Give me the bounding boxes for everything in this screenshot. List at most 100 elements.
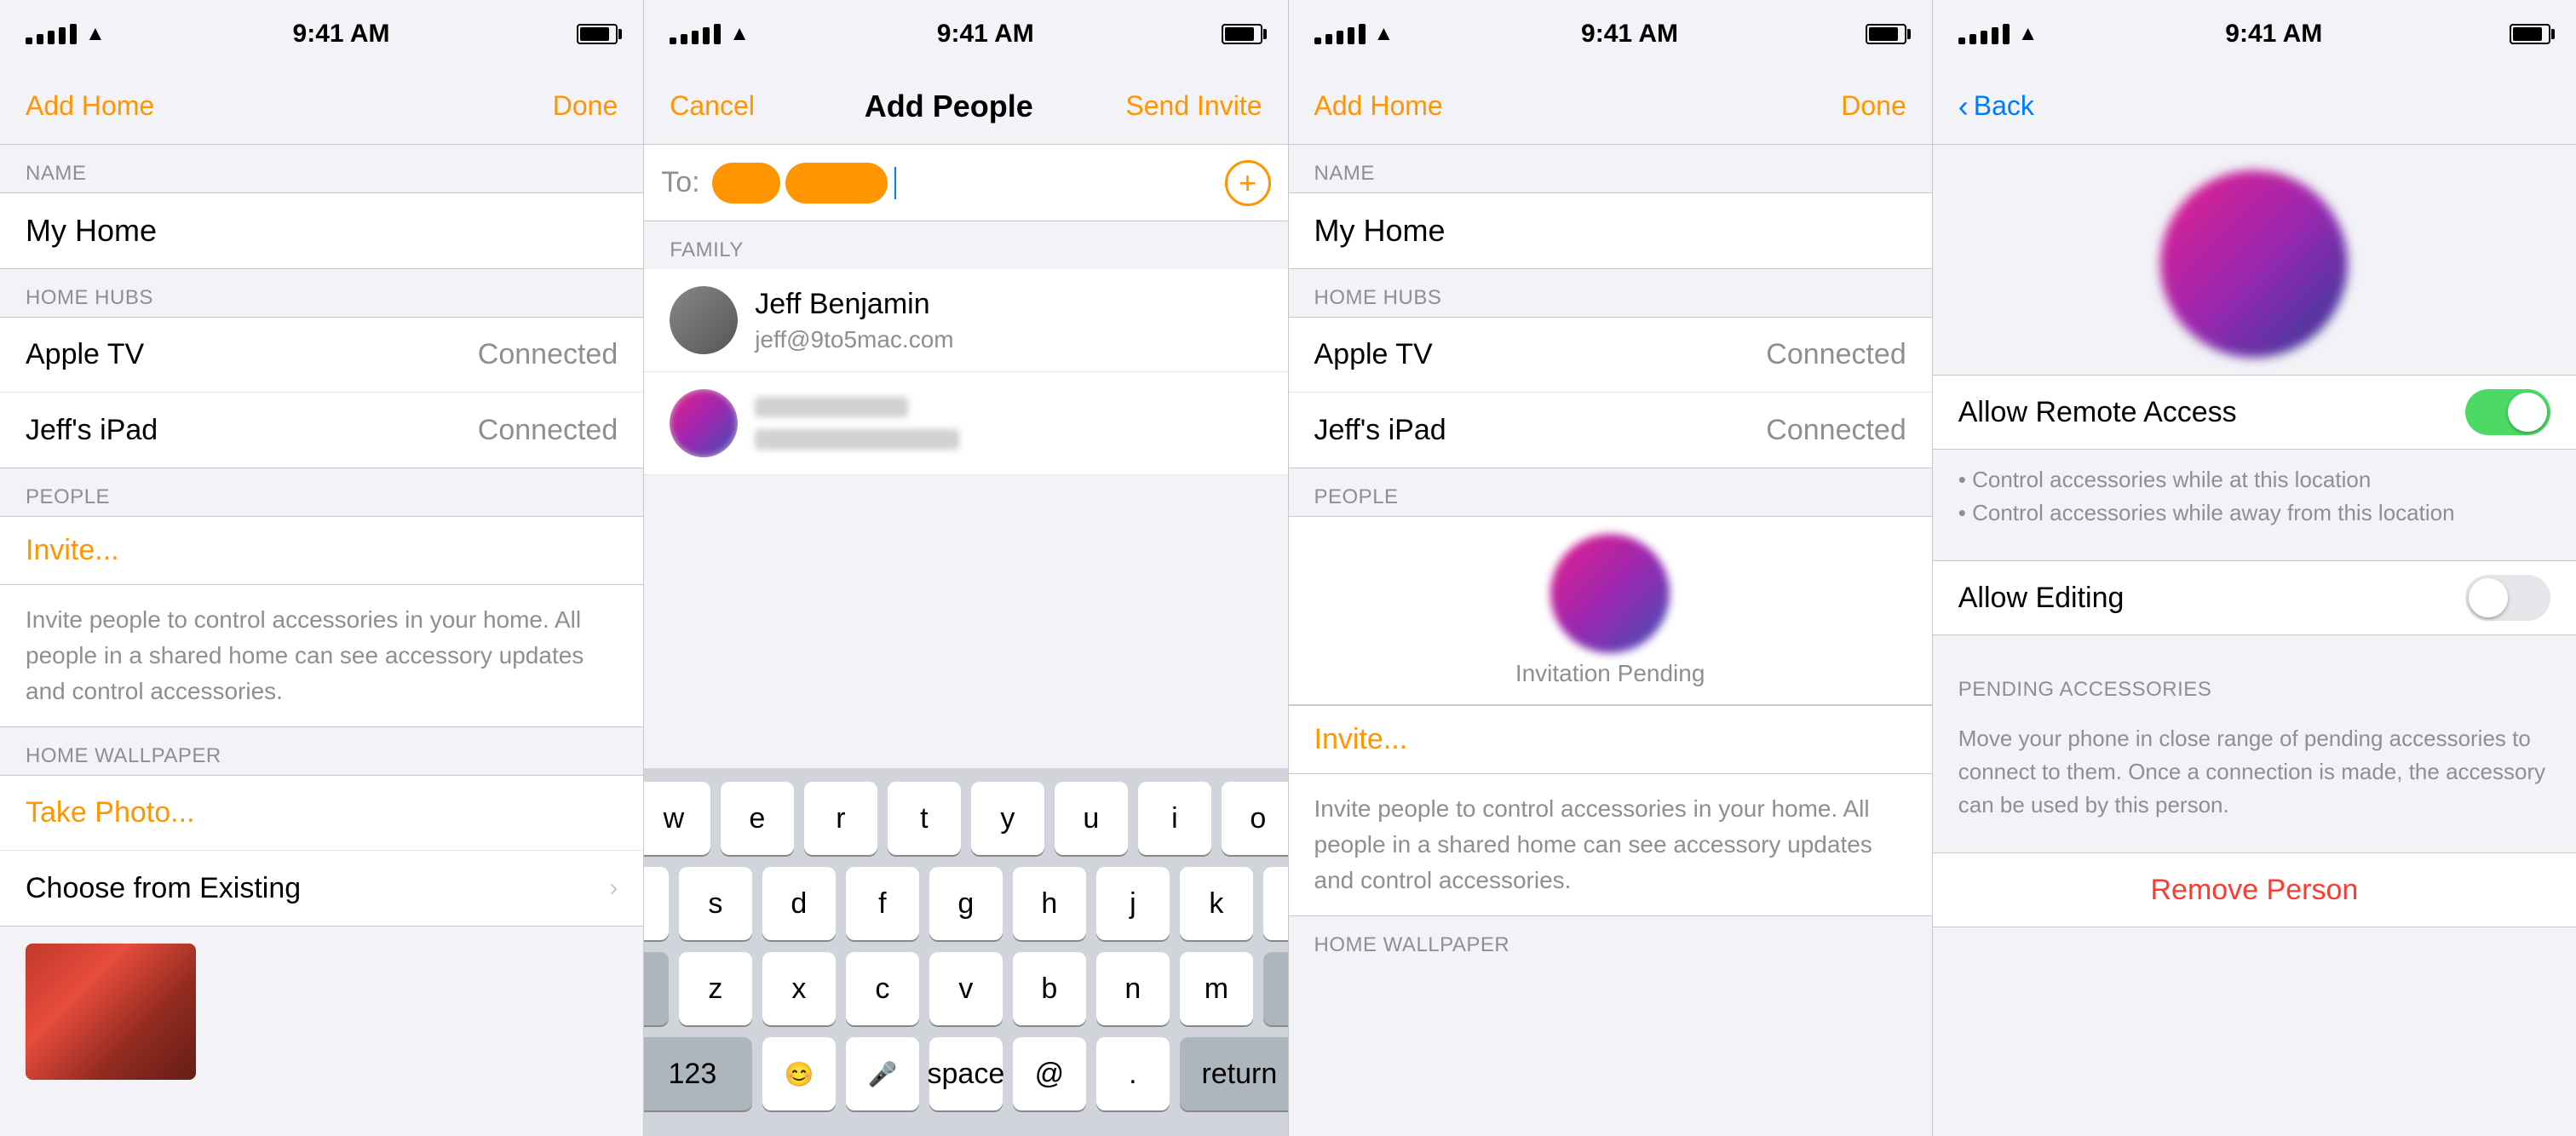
chip-1 xyxy=(712,163,780,204)
home-hubs-group-3: Apple TV Connected Jeff's iPad Connected xyxy=(1289,317,1932,468)
wifi-icon-1: ▲ xyxy=(85,22,106,46)
key-period[interactable]: . xyxy=(1096,1037,1170,1110)
done-button-1[interactable]: Done xyxy=(515,90,618,122)
take-photo-item-1[interactable]: Take Photo... xyxy=(0,776,643,851)
key-i[interactable]: i xyxy=(1138,782,1211,855)
key-u[interactable]: u xyxy=(1055,782,1128,855)
home-name-value-1: My Home xyxy=(26,213,157,249)
key-backspace[interactable]: ⌫ xyxy=(1263,952,1289,1025)
invite-link-1[interactable]: Invite... xyxy=(26,534,119,566)
home-name-item-3[interactable]: My Home xyxy=(1289,193,1932,268)
home-name-item-1[interactable]: My Home xyxy=(0,193,643,268)
back-label-4[interactable]: Back xyxy=(1974,90,2034,122)
person-avatar-3 xyxy=(1550,534,1670,653)
contact-jeff-row[interactable]: Jeff Benjamin jeff@9to5mac.com xyxy=(644,269,1287,372)
key-v[interactable]: v xyxy=(929,952,1003,1025)
key-r[interactable]: r xyxy=(804,782,877,855)
allow-editing-toggle-4[interactable] xyxy=(2465,575,2550,621)
back-button-4[interactable]: ‹ Back xyxy=(1958,89,2061,124)
key-h[interactable]: h xyxy=(1013,867,1086,940)
key-k[interactable]: k xyxy=(1180,867,1253,940)
key-shift[interactable]: ⇧ xyxy=(644,952,669,1025)
add-home-button-3[interactable]: Add Home xyxy=(1314,90,1443,122)
send-invite-button-2[interactable]: Send Invite xyxy=(1125,90,1262,122)
blurred-name xyxy=(755,397,908,417)
signal-icons-4: ▲ xyxy=(1958,22,2038,46)
remote-desc2-4: • Control accessories while away from th… xyxy=(1958,500,2455,525)
time-1: 9:41 AM xyxy=(293,20,390,49)
key-x[interactable]: x xyxy=(762,952,836,1025)
key-z[interactable]: z xyxy=(679,952,752,1025)
keyboard-2[interactable]: q w e r t y u i o p a s d f g h j k l ⇧ … xyxy=(644,768,1287,1136)
key-mic[interactable]: 🎤 xyxy=(846,1037,919,1110)
key-s[interactable]: s xyxy=(679,867,752,940)
key-o[interactable]: o xyxy=(1222,782,1289,855)
name-group-1: My Home xyxy=(0,192,643,269)
key-m[interactable]: m xyxy=(1180,952,1253,1025)
jeffs-ipad-label-3: Jeff's iPad xyxy=(1314,414,1446,447)
key-d[interactable]: d xyxy=(762,867,836,940)
key-e[interactable]: e xyxy=(721,782,794,855)
key-l[interactable]: l xyxy=(1263,867,1289,940)
invite-item-3[interactable]: Invite... xyxy=(1289,705,1932,774)
nav-bar-2: Cancel Add People Send Invite xyxy=(644,68,1287,145)
key-n[interactable]: n xyxy=(1096,952,1170,1025)
key-emoji[interactable]: 😊 xyxy=(762,1037,836,1110)
key-g[interactable]: g xyxy=(929,867,1003,940)
cancel-button-2[interactable]: Cancel xyxy=(670,90,772,122)
key-b[interactable]: b xyxy=(1013,952,1086,1025)
done-button-3[interactable]: Done xyxy=(1804,90,1906,122)
to-field-2[interactable]: To: + xyxy=(644,145,1287,221)
spacer-2 xyxy=(644,475,1287,768)
jeffs-ipad-value-3: Connected xyxy=(1766,414,1906,447)
add-contact-button-2[interactable]: + xyxy=(1225,160,1271,206)
wallpaper-header-1: HOME WALLPAPER xyxy=(0,727,643,775)
invite-desc-3: Invite people to control accessories in … xyxy=(1289,774,1932,916)
allow-remote-row-4[interactable]: Allow Remote Access xyxy=(1933,375,2576,450)
key-space[interactable]: space xyxy=(929,1037,1003,1110)
people-item-3[interactable]: Invitation Pending xyxy=(1289,516,1932,705)
remove-person-button-4[interactable]: Remove Person xyxy=(1933,852,2576,927)
invite-link-3[interactable]: Invite... xyxy=(1314,723,1408,755)
key-y[interactable]: y xyxy=(971,782,1044,855)
blurred-info xyxy=(755,397,959,450)
allow-editing-row-4[interactable]: Allow Editing xyxy=(1933,560,2576,635)
apple-tv-label-1: Apple TV xyxy=(26,338,144,371)
nav-title-2: Add People xyxy=(865,89,1033,124)
key-j[interactable]: j xyxy=(1096,867,1170,940)
battery-1 xyxy=(577,24,618,44)
invite-item-1[interactable]: Invite... xyxy=(0,516,643,585)
blurred-avatar-img xyxy=(670,389,738,457)
key-a[interactable]: a xyxy=(644,867,669,940)
key-f[interactable]: f xyxy=(846,867,919,940)
jeffs-ipad-item-1[interactable]: Jeff's iPad Connected xyxy=(0,393,643,468)
wifi-icon-4: ▲ xyxy=(2018,22,2038,46)
key-return[interactable]: return xyxy=(1180,1037,1289,1110)
battery-2 xyxy=(1222,24,1262,44)
allow-remote-toggle-4[interactable] xyxy=(2465,389,2550,435)
nav-bar-3: Add Home Done xyxy=(1289,68,1932,145)
jeffs-ipad-item-3[interactable]: Jeff's iPad Connected xyxy=(1289,393,1932,468)
jeff-name: Jeff Benjamin xyxy=(755,288,953,321)
chevron-icon-1: › xyxy=(609,874,618,903)
blurred-email xyxy=(755,429,959,450)
key-t[interactable]: t xyxy=(888,782,961,855)
keyboard-row-2: a s d f g h j k l xyxy=(653,867,1279,940)
apple-tv-item-1[interactable]: Apple TV Connected xyxy=(0,318,643,393)
apple-tv-item-3[interactable]: Apple TV Connected xyxy=(1289,318,1932,393)
contact-blurred-row[interactable] xyxy=(644,372,1287,475)
choose-existing-item-1[interactable]: Choose from Existing › xyxy=(0,851,643,926)
key-at[interactable]: @ xyxy=(1013,1037,1086,1110)
wallpaper-thumbnail-1[interactable] xyxy=(26,944,196,1080)
key-w[interactable]: w xyxy=(644,782,710,855)
remove-person-label-4[interactable]: Remove Person xyxy=(2150,874,2358,907)
key-123[interactable]: 123 xyxy=(644,1037,752,1110)
status-bar-2: ▲ 9:41 AM xyxy=(644,0,1287,68)
family-header-2: FAMILY xyxy=(644,221,1287,269)
to-input-2[interactable] xyxy=(712,163,1216,204)
apple-tv-value-3: Connected xyxy=(1766,338,1906,371)
pending-desc-4: Move your phone in close range of pendin… xyxy=(1933,709,2576,835)
keyboard-row-1: q w e r t y u i o p xyxy=(653,782,1279,855)
add-home-button-1[interactable]: Add Home xyxy=(26,90,154,122)
key-c[interactable]: c xyxy=(846,952,919,1025)
